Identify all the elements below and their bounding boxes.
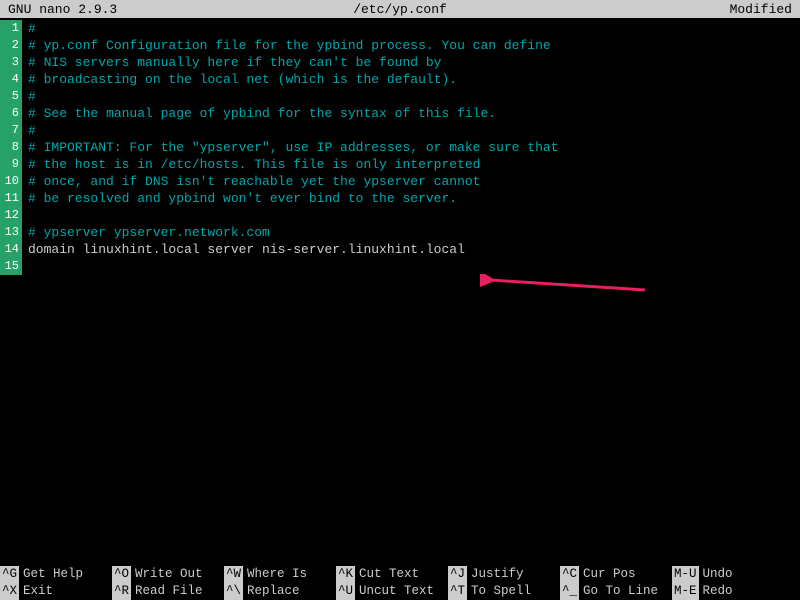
line-number: 1 bbox=[0, 20, 22, 37]
editor-line[interactable]: 15 bbox=[0, 258, 800, 275]
shortcut-label: Read File bbox=[135, 583, 203, 600]
shortcut-label: Undo bbox=[703, 566, 733, 583]
editor-line[interactable]: 12 bbox=[0, 207, 800, 224]
shortcut-key: ^U bbox=[336, 583, 355, 600]
line-number: 9 bbox=[0, 156, 22, 173]
line-text: # the host is in /etc/hosts. This file i… bbox=[28, 156, 480, 173]
shortcut-item[interactable]: ^XExit bbox=[0, 583, 112, 600]
line-number: 15 bbox=[0, 258, 22, 275]
annotation-arrow-icon bbox=[480, 274, 650, 294]
line-text: # NIS servers manually here if they can'… bbox=[28, 54, 441, 71]
line-number: 6 bbox=[0, 105, 22, 122]
shortcut-bar: ^GGet Help^OWrite Out^WWhere Is^KCut Tex… bbox=[0, 566, 800, 600]
shortcut-key: ^O bbox=[112, 566, 131, 583]
shortcut-label: Go To Line bbox=[583, 583, 658, 600]
editor-line[interactable]: 10 # once, and if DNS isn't reachable yet… bbox=[0, 173, 800, 190]
editor-line[interactable]: 8 # IMPORTANT: For the "ypserver", use IP… bbox=[0, 139, 800, 156]
shortcut-item[interactable]: ^UUncut Text bbox=[336, 583, 448, 600]
line-number: 7 bbox=[0, 122, 22, 139]
editor-line[interactable]: 11 # be resolved and ypbind won't ever bi… bbox=[0, 190, 800, 207]
shortcut-item[interactable]: ^KCut Text bbox=[336, 566, 448, 583]
line-number: 11 bbox=[0, 190, 22, 207]
shortcut-label: Replace bbox=[247, 583, 300, 600]
shortcut-item[interactable]: ^RRead File bbox=[112, 583, 224, 600]
shortcut-item[interactable]: ^CCur Pos bbox=[560, 566, 672, 583]
line-text: # once, and if DNS isn't reachable yet t… bbox=[28, 173, 480, 190]
line-number: 13 bbox=[0, 224, 22, 241]
line-number: 12 bbox=[0, 207, 22, 224]
editor-line[interactable]: 3 # NIS servers manually here if they can… bbox=[0, 54, 800, 71]
editor-line[interactable]: 2 # yp.conf Configuration file for the yp… bbox=[0, 37, 800, 54]
shortcut-item[interactable]: M-UUndo bbox=[672, 566, 750, 583]
shortcut-key: ^K bbox=[336, 566, 355, 583]
shortcut-key: ^X bbox=[0, 583, 19, 600]
file-path: /etc/yp.conf bbox=[353, 2, 447, 17]
line-text: # bbox=[28, 20, 36, 37]
editor-line[interactable]: 14 domain linuxhint.local server nis-serv… bbox=[0, 241, 800, 258]
shortcut-item[interactable]: M-ERedo bbox=[672, 583, 750, 600]
line-text: # See the manual page of ypbind for the … bbox=[28, 105, 496, 122]
shortcut-label: Redo bbox=[703, 583, 733, 600]
shortcut-label: Exit bbox=[23, 583, 53, 600]
editor-line[interactable]: 13 # ypserver ypserver.network.com bbox=[0, 224, 800, 241]
shortcut-key: ^T bbox=[448, 583, 467, 600]
shortcut-key: ^C bbox=[560, 566, 579, 583]
shortcut-key: ^G bbox=[0, 566, 19, 583]
editor-line[interactable]: 4 # broadcasting on the local net (which … bbox=[0, 71, 800, 88]
line-number: 5 bbox=[0, 88, 22, 105]
shortcut-key: ^R bbox=[112, 583, 131, 600]
editor-area[interactable]: 1#2# yp.conf Configuration file for the … bbox=[0, 18, 800, 275]
shortcut-label: Justify bbox=[471, 566, 524, 583]
line-text: # yp.conf Configuration file for the ypb… bbox=[28, 37, 551, 54]
editor-line[interactable]: 5# bbox=[0, 88, 800, 105]
modified-status: Modified bbox=[730, 2, 792, 17]
editor-line[interactable]: 6 # See the manual page of ypbind for the… bbox=[0, 105, 800, 122]
line-text: # broadcasting on the local net (which i… bbox=[28, 71, 457, 88]
line-text: # be resolved and ypbind won't ever bind… bbox=[28, 190, 457, 207]
shortcut-label: Get Help bbox=[23, 566, 83, 583]
line-text: # ypserver ypserver.network.com bbox=[28, 224, 270, 241]
editor-line[interactable]: 1# bbox=[0, 20, 800, 37]
editor-line[interactable]: 7# bbox=[0, 122, 800, 139]
shortcut-label: Cur Pos bbox=[583, 566, 636, 583]
shortcut-label: Write Out bbox=[135, 566, 203, 583]
line-text: # bbox=[28, 88, 36, 105]
shortcut-item[interactable]: ^\Replace bbox=[224, 583, 336, 600]
shortcut-key: ^\ bbox=[224, 583, 243, 600]
line-number: 8 bbox=[0, 139, 22, 156]
shortcut-item[interactable]: ^WWhere Is bbox=[224, 566, 336, 583]
shortcut-key: ^_ bbox=[560, 583, 579, 600]
app-name: GNU nano 2.9.3 bbox=[8, 2, 117, 17]
line-text: domain linuxhint.local server nis-server… bbox=[28, 241, 465, 258]
line-number: 14 bbox=[0, 241, 22, 258]
line-text: # IMPORTANT: For the "ypserver", use IP … bbox=[28, 139, 559, 156]
shortcut-item[interactable]: ^_Go To Line bbox=[560, 583, 672, 600]
line-number: 2 bbox=[0, 37, 22, 54]
shortcut-label: Where Is bbox=[247, 566, 307, 583]
shortcut-key: M-U bbox=[672, 566, 699, 583]
shortcut-label: To Spell bbox=[471, 583, 531, 600]
line-text: # bbox=[28, 122, 36, 139]
shortcut-key: ^W bbox=[224, 566, 243, 583]
shortcut-label: Cut Text bbox=[359, 566, 419, 583]
shortcut-item[interactable]: ^GGet Help bbox=[0, 566, 112, 583]
shortcut-item[interactable]: ^JJustify bbox=[448, 566, 560, 583]
shortcut-item[interactable]: ^OWrite Out bbox=[112, 566, 224, 583]
line-number: 3 bbox=[0, 54, 22, 71]
shortcut-label: Uncut Text bbox=[359, 583, 434, 600]
line-number: 10 bbox=[0, 173, 22, 190]
shortcut-item[interactable]: ^TTo Spell bbox=[448, 583, 560, 600]
editor-line[interactable]: 9 # the host is in /etc/hosts. This file … bbox=[0, 156, 800, 173]
shortcut-key: M-E bbox=[672, 583, 699, 600]
line-number: 4 bbox=[0, 71, 22, 88]
shortcut-key: ^J bbox=[448, 566, 467, 583]
title-bar: GNU nano 2.9.3 /etc/yp.conf Modified bbox=[0, 0, 800, 18]
